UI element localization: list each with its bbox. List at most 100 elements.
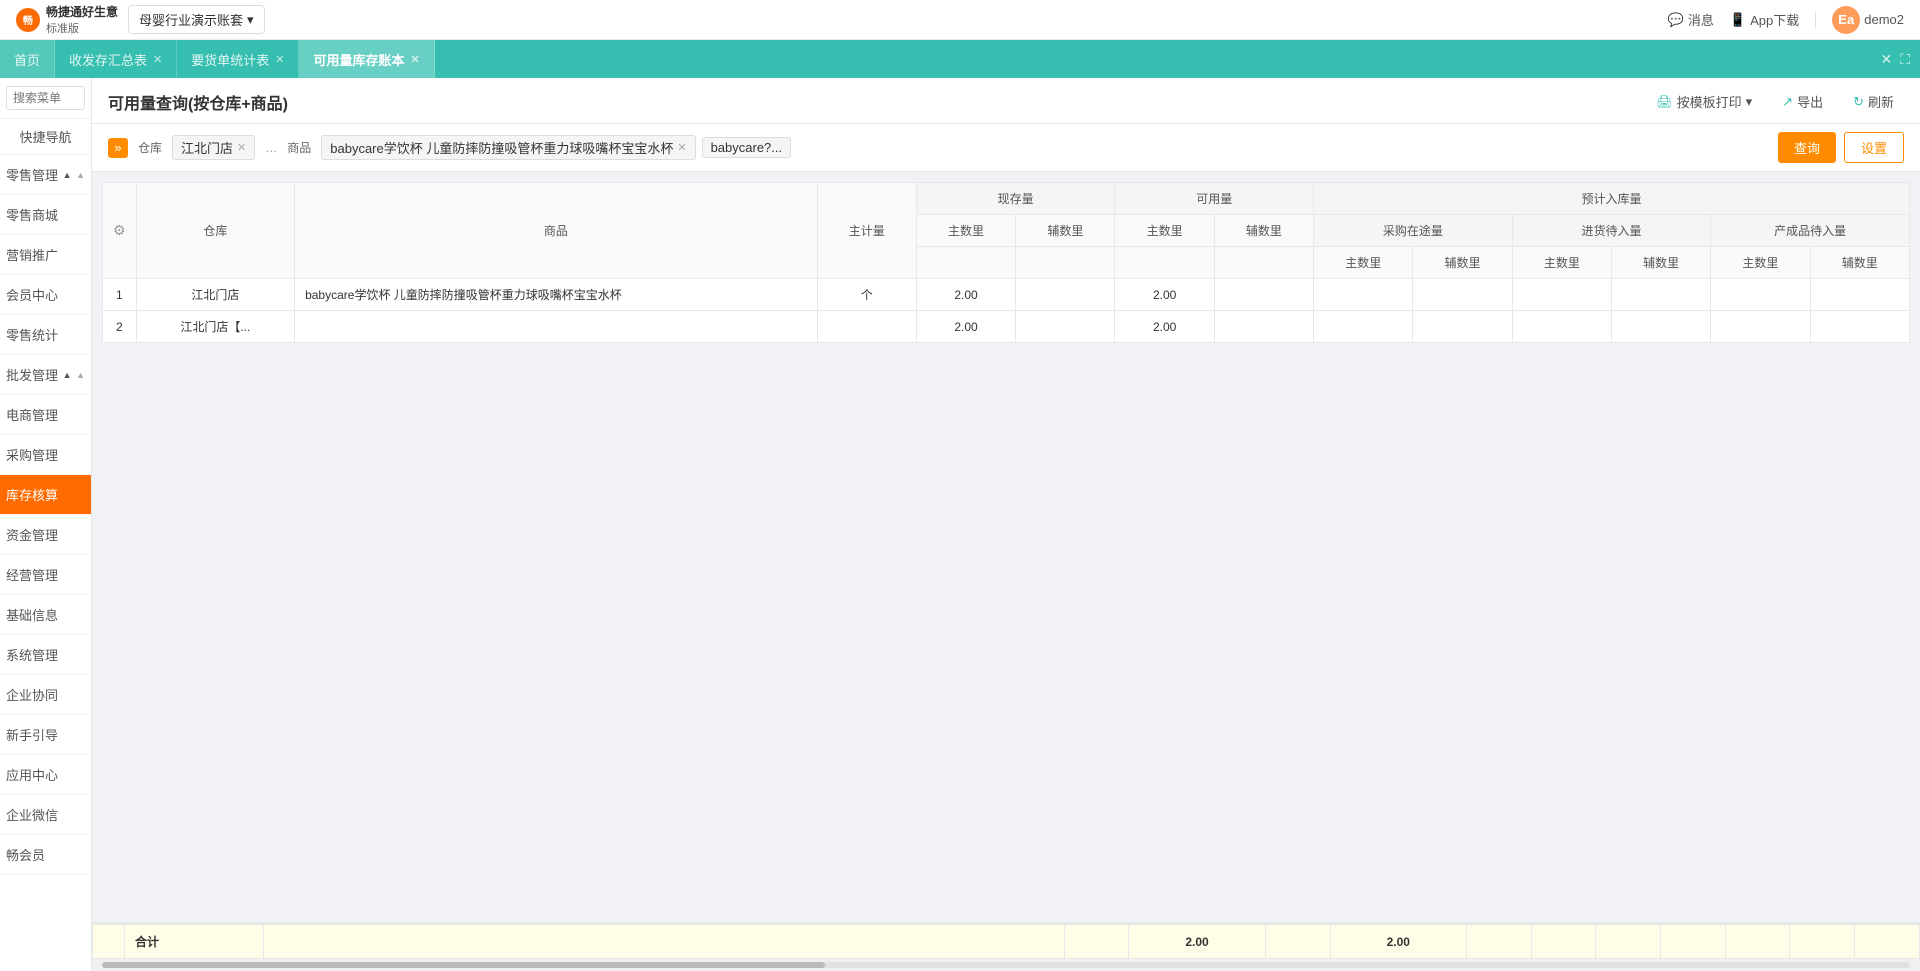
cell-product	[295, 311, 818, 343]
message-icon: 💬	[1668, 12, 1684, 28]
chevron-icon: ▾	[1746, 94, 1753, 110]
th-purchase-aux: 辅数里	[1413, 247, 1512, 279]
close-window-btn[interactable]: ✕	[1880, 51, 1892, 68]
arrow-icon-wholesale: ▲	[63, 370, 72, 380]
filter-bar: » 仓库 江北门店 ✕ … 商品 babycare学饮杯 儿童防摔防撞吸管杯重力…	[92, 124, 1920, 172]
footer-total-avail-main: 2.00	[1330, 925, 1467, 959]
export-btn[interactable]: ↗ 导出	[1772, 88, 1833, 115]
cell-purchase-aux	[1413, 311, 1512, 343]
th-settings[interactable]: ⚙	[103, 183, 137, 279]
tab-inventory-close[interactable]: ✕	[411, 53, 420, 66]
top-bar-left: 畅 畅捷通好生意 标准版 母婴行业演示账套 ▾	[16, 3, 265, 36]
th-subgroup-purchase: 采购在途量	[1314, 215, 1513, 247]
maximize-btn[interactable]: ⛶	[1900, 51, 1910, 68]
tab-inventory-label: 可用量库存账本	[313, 50, 404, 69]
remove-warehouse-tag[interactable]: ✕	[237, 141, 246, 154]
cell-stock-aux	[1016, 311, 1115, 343]
footer-blank-product	[263, 925, 1064, 959]
cell-inbound-main	[1512, 279, 1611, 311]
tab-inventory[interactable]: 可用量库存账本 ✕	[299, 40, 434, 78]
table-footer: 合计 2.00 2.00	[92, 922, 1920, 959]
tab-order-stat[interactable]: 要货单统计表 ✕	[177, 40, 299, 78]
refresh-btn[interactable]: ↻ 刷新	[1843, 88, 1904, 115]
divider	[1815, 12, 1816, 28]
user-btn[interactable]: Ea demo2	[1832, 6, 1904, 34]
industry-selector[interactable]: 母婴行业演示账套 ▾	[128, 5, 265, 34]
sidebar-search-area	[0, 78, 91, 119]
avatar: Ea	[1832, 6, 1860, 34]
sidebar-item-marketing[interactable]: 营销推广	[0, 235, 91, 275]
scroll-bar-area	[92, 959, 1920, 971]
app-name-block: 畅捷通好生意 标准版	[46, 3, 118, 36]
footer-total-inbound-aux	[1725, 925, 1790, 959]
sidebar-item-wechat-biz[interactable]: 企业微信	[0, 795, 91, 835]
footer-total-stock-aux	[1265, 925, 1330, 959]
sidebar-item-vip[interactable]: 畅会员	[0, 835, 91, 875]
settings-btn[interactable]: 设置	[1844, 132, 1904, 163]
tab-receive[interactable]: 收发存汇总表 ✕	[55, 40, 177, 78]
cell-index: 1	[103, 279, 137, 311]
content-area: 可用量查询(按仓库+商品) 🖨 按模板打印 ▾ ↗ 导出 ↻ 刷新	[92, 78, 1920, 971]
settings-icon: ⚙	[113, 222, 126, 238]
app-download-label: App下载	[1750, 10, 1799, 29]
th-blank-am	[1115, 247, 1214, 279]
sidebar-item-retail-stat[interactable]: 零售统计	[0, 315, 91, 355]
sidebar-item-retail-mall[interactable]: 零售商城	[0, 195, 91, 235]
print-icon: 🖨	[1656, 94, 1673, 110]
chevron-down-icon: ▾	[247, 12, 254, 28]
tab-home[interactable]: 首页	[0, 40, 55, 78]
sidebar-item-finance[interactable]: 资金管理	[0, 515, 91, 555]
tab-spacer	[435, 40, 1871, 78]
message-btn[interactable]: 💬 消息	[1668, 10, 1714, 29]
th-group-stock: 现存量	[916, 183, 1115, 215]
remove-product-tag-1[interactable]: ✕	[677, 141, 686, 154]
sidebar-item-wholesale-mgmt[interactable]: 批发管理 ▲	[0, 355, 91, 395]
sidebar-item-retail-mgmt[interactable]: 零售管理 ▲	[0, 155, 91, 195]
sidebar-item-ops[interactable]: 经营管理	[0, 555, 91, 595]
footer-total-inbound-main	[1661, 925, 1726, 959]
cell-inbound-main	[1512, 311, 1611, 343]
tab-order-stat-label: 要货单统计表	[191, 50, 269, 69]
tab-order-stat-close[interactable]: ✕	[275, 53, 284, 66]
app-download-btn[interactable]: 📱 App下载	[1730, 10, 1799, 29]
refresh-icon: ↻	[1853, 94, 1864, 110]
footer-blank-unit	[1064, 925, 1129, 959]
sidebar-item-newbie[interactable]: 新手引导	[0, 715, 91, 755]
cell-purchase-main	[1314, 279, 1413, 311]
tab-home-label: 首页	[14, 50, 40, 69]
sidebar-item-inventory-check[interactable]: 库存核算	[0, 475, 91, 515]
sidebar-item-system[interactable]: 系统管理	[0, 635, 91, 675]
cell-stock-aux	[1016, 279, 1115, 311]
th-blank-sm	[916, 247, 1015, 279]
cell-avail-main: 2.00	[1115, 311, 1214, 343]
sidebar-item-app-center[interactable]: 应用中心	[0, 755, 91, 795]
sidebar-item-ecommerce[interactable]: 电商管理	[0, 395, 91, 435]
sidebar-item-collab[interactable]: 企业协同	[0, 675, 91, 715]
logo-area: 畅 畅捷通好生意 标准版	[16, 3, 118, 36]
cell-purchase-main	[1314, 311, 1413, 343]
query-btn[interactable]: 查询	[1778, 132, 1836, 163]
nav-controls: ✕ ⛶	[1870, 40, 1920, 78]
filter-more-btn[interactable]: …	[265, 141, 277, 155]
th-purchase-main: 主数里	[1314, 247, 1413, 279]
scroll-bar-track[interactable]	[102, 962, 1910, 968]
page-title: 可用量查询(按仓库+商品)	[108, 90, 288, 114]
filter-expand-btn[interactable]: »	[108, 138, 128, 158]
print-btn[interactable]: 🖨 按模板打印 ▾	[1646, 88, 1762, 115]
cell-avail-aux	[1214, 311, 1313, 343]
quick-nav-btn[interactable]: 快捷导航	[0, 119, 91, 155]
th-group-incoming: 预计入库量	[1314, 183, 1910, 215]
export-icon: ↗	[1782, 94, 1793, 110]
footer-total-purchase-aux	[1596, 925, 1661, 959]
sidebar-item-member[interactable]: 会员中心	[0, 275, 91, 315]
sidebar-item-basic[interactable]: 基础信息	[0, 595, 91, 635]
scroll-bar-thumb[interactable]	[102, 962, 825, 968]
cell-index: 2	[103, 311, 137, 343]
th-group-available: 可用量	[1115, 183, 1314, 215]
product-tags: babycare学饮杯 儿童防摔防撞吸管杯重力球吸嘴杯宝宝水杯 ✕ babyca…	[321, 135, 791, 160]
tab-receive-label: 收发存汇总表	[69, 50, 147, 69]
sidebar-item-purchase[interactable]: 采购管理	[0, 435, 91, 475]
search-input[interactable]	[6, 86, 85, 110]
th-avail-main: 主数里	[1115, 215, 1214, 247]
tab-receive-close[interactable]: ✕	[153, 53, 162, 66]
